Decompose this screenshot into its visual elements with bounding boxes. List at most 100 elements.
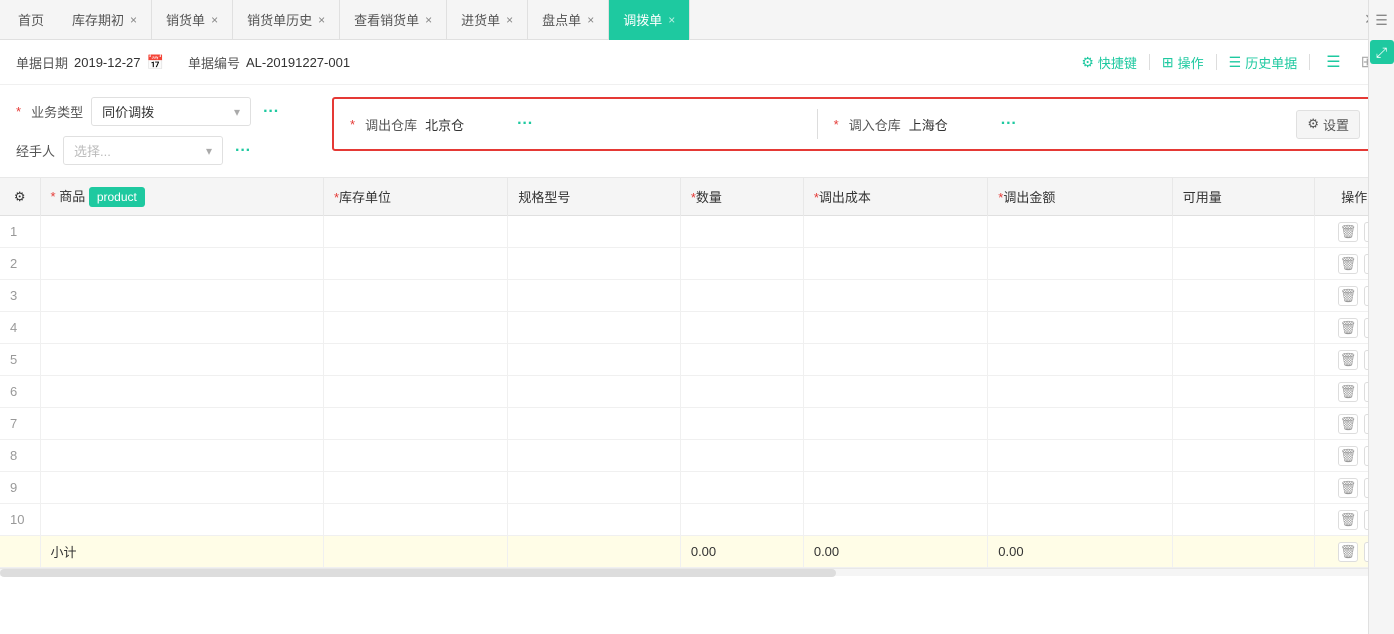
- operations-button[interactable]: ⊞ 操作: [1162, 53, 1204, 72]
- product-cell[interactable]: [40, 216, 323, 248]
- product-cell[interactable]: [40, 408, 323, 440]
- qty-cell[interactable]: [680, 504, 803, 536]
- history-button[interactable]: ☰ 历史单据: [1229, 53, 1298, 72]
- spec-cell[interactable]: [508, 440, 680, 472]
- qty-cell[interactable]: [680, 216, 803, 248]
- tab-transfer[interactable]: 调拨单 ×: [609, 0, 690, 40]
- unit-cell[interactable]: [323, 216, 507, 248]
- tab-opening[interactable]: 库存期初 ×: [58, 0, 152, 40]
- tab-opening-close[interactable]: ×: [130, 13, 137, 27]
- amount-cell[interactable]: [988, 440, 1172, 472]
- cost-cell[interactable]: [803, 376, 987, 408]
- spec-cell[interactable]: [508, 504, 680, 536]
- sidebar-expand-icon[interactable]: ⤢: [1370, 40, 1394, 64]
- cost-cell[interactable]: [803, 344, 987, 376]
- product-cell[interactable]: [40, 440, 323, 472]
- cost-cell[interactable]: [803, 312, 987, 344]
- spec-cell[interactable]: [508, 312, 680, 344]
- cost-cell[interactable]: [803, 472, 987, 504]
- cost-cell[interactable]: [803, 248, 987, 280]
- tab-purchase-close[interactable]: ×: [506, 13, 513, 27]
- cost-cell[interactable]: [803, 504, 987, 536]
- unit-cell[interactable]: [323, 248, 507, 280]
- product-cell[interactable]: [40, 504, 323, 536]
- product-cell[interactable]: [40, 376, 323, 408]
- delete-button[interactable]: 🗑: [1338, 542, 1358, 562]
- handler-select[interactable]: 选择... ▾: [63, 136, 223, 165]
- spec-cell[interactable]: [508, 408, 680, 440]
- spec-cell[interactable]: [508, 472, 680, 504]
- spec-cell[interactable]: [508, 248, 680, 280]
- tab-transfer-close[interactable]: ×: [668, 13, 675, 27]
- spec-cell[interactable]: [508, 344, 680, 376]
- cost-cell[interactable]: [803, 408, 987, 440]
- delete-button[interactable]: 🗑: [1338, 350, 1358, 370]
- scan-button[interactable]: product: [89, 187, 145, 207]
- layout-list-button[interactable]: ☰: [1322, 50, 1344, 74]
- qty-cell[interactable]: [680, 440, 803, 472]
- unit-cell[interactable]: [323, 344, 507, 376]
- qty-cell[interactable]: [680, 248, 803, 280]
- tab-sales[interactable]: 销货单 ×: [152, 0, 233, 40]
- amount-cell[interactable]: [988, 312, 1172, 344]
- amount-cell[interactable]: [988, 472, 1172, 504]
- shortcuts-button[interactable]: ⚙ 快捷键: [1081, 53, 1137, 72]
- spec-cell[interactable]: [508, 376, 680, 408]
- transfer-out-ellipsis[interactable]: ···: [513, 115, 537, 133]
- tab-stocktake-close[interactable]: ×: [587, 13, 594, 27]
- unit-cell[interactable]: [323, 376, 507, 408]
- delete-button[interactable]: 🗑: [1338, 446, 1358, 466]
- unit-cell[interactable]: [323, 504, 507, 536]
- spec-cell[interactable]: [508, 216, 680, 248]
- unit-cell[interactable]: [323, 440, 507, 472]
- cost-cell[interactable]: [803, 280, 987, 312]
- business-type-ellipsis[interactable]: ···: [259, 103, 283, 121]
- delete-button[interactable]: 🗑: [1338, 510, 1358, 530]
- tab-view-sales-close[interactable]: ×: [425, 13, 432, 27]
- qty-cell[interactable]: [680, 344, 803, 376]
- sidebar-list-icon[interactable]: ☰: [1370, 8, 1394, 32]
- tab-purchase[interactable]: 进货单 ×: [447, 0, 528, 40]
- qty-cell[interactable]: [680, 312, 803, 344]
- th-gear[interactable]: ⚙: [0, 178, 40, 216]
- delete-button[interactable]: 🗑: [1338, 382, 1358, 402]
- unit-cell[interactable]: [323, 312, 507, 344]
- delete-button[interactable]: 🗑: [1338, 318, 1358, 338]
- tab-sales-history[interactable]: 销货单历史 ×: [233, 0, 340, 40]
- tab-stocktake[interactable]: 盘点单 ×: [528, 0, 609, 40]
- scroll-bar[interactable]: [0, 568, 1394, 576]
- product-cell[interactable]: [40, 248, 323, 280]
- unit-cell[interactable]: [323, 472, 507, 504]
- business-type-select[interactable]: 同价调拨 ▾: [91, 97, 251, 126]
- cost-cell[interactable]: [803, 440, 987, 472]
- qty-cell[interactable]: [680, 472, 803, 504]
- amount-cell[interactable]: [988, 408, 1172, 440]
- product-cell[interactable]: [40, 280, 323, 312]
- settings-button[interactable]: ⚙ 设置: [1296, 110, 1360, 139]
- tab-sales-close[interactable]: ×: [211, 13, 218, 27]
- delete-button[interactable]: 🗑: [1338, 478, 1358, 498]
- amount-cell[interactable]: [988, 504, 1172, 536]
- delete-button[interactable]: 🗑: [1338, 222, 1358, 242]
- product-cell[interactable]: [40, 312, 323, 344]
- unit-cell[interactable]: [323, 408, 507, 440]
- tab-home[interactable]: 首页: [8, 0, 58, 40]
- tab-view-sales[interactable]: 查看销货单 ×: [340, 0, 447, 40]
- qty-cell[interactable]: [680, 408, 803, 440]
- qty-cell[interactable]: [680, 376, 803, 408]
- amount-cell[interactable]: [988, 280, 1172, 312]
- product-cell[interactable]: [40, 344, 323, 376]
- delete-button[interactable]: 🗑: [1338, 254, 1358, 274]
- calendar-icon[interactable]: 📅: [147, 54, 164, 71]
- product-cell[interactable]: [40, 472, 323, 504]
- unit-cell[interactable]: [323, 280, 507, 312]
- handler-ellipsis[interactable]: ···: [231, 142, 255, 160]
- transfer-in-ellipsis[interactable]: ···: [997, 115, 1021, 133]
- delete-button[interactable]: 🗑: [1338, 286, 1358, 306]
- amount-cell[interactable]: [988, 376, 1172, 408]
- amount-cell[interactable]: [988, 344, 1172, 376]
- amount-cell[interactable]: [988, 216, 1172, 248]
- cost-cell[interactable]: [803, 216, 987, 248]
- qty-cell[interactable]: [680, 280, 803, 312]
- tab-sales-history-close[interactable]: ×: [318, 13, 325, 27]
